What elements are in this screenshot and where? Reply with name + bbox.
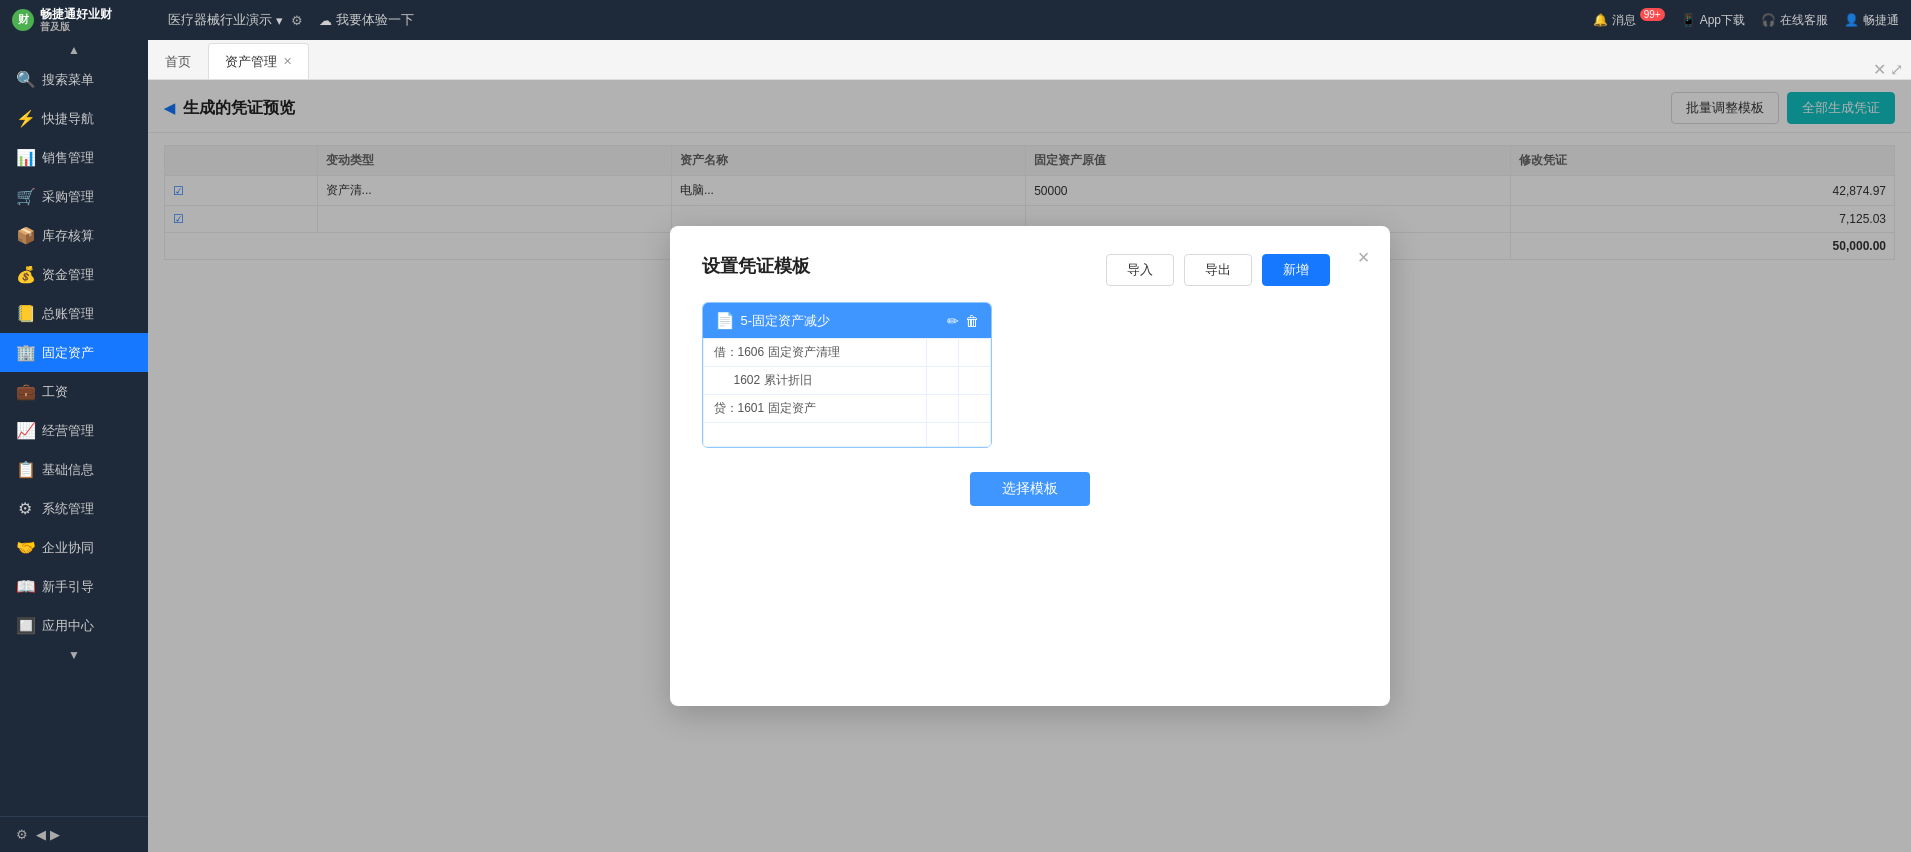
sidebar-item-search[interactable]: 🔍 搜索菜单 [0, 60, 148, 99]
sidebar-item-operations[interactable]: 📈 经营管理 [0, 411, 148, 450]
app-download-button[interactable]: 📱 App下载 [1681, 12, 1745, 29]
chart-icon: 📊 [16, 148, 34, 167]
gear-icon: ⚙ [16, 499, 34, 518]
sidebar-item-sales[interactable]: 📊 销售管理 [0, 138, 148, 177]
template-empty-row-1 [703, 423, 990, 447]
payroll-icon: 💼 [16, 382, 34, 401]
template-card: 📄 5-固定资产减少 ✏ 🗑 借：1606 固定资产清理 [702, 302, 992, 448]
logo-main: 畅捷通好业财 [40, 7, 112, 21]
new-template-button[interactable]: 新增 [1262, 254, 1330, 286]
top-header: 财 畅捷通好业财 普及版 医疗器械行业演示 ▾ ⚙ ☁ 我要体验一下 🔔 消息 … [0, 0, 1911, 40]
logo-sub: 普及版 [40, 21, 112, 33]
building-icon: 🏢 [16, 343, 34, 362]
template-card-icon: 📄 [715, 311, 735, 330]
sidebar-item-fixed-assets[interactable]: 🏢 固定资产 [0, 333, 148, 372]
sidebar-scroll-up[interactable]: ▲ [0, 40, 148, 60]
book-icon: 📖 [16, 577, 34, 596]
modal-dialog: 设置凭证模板 导入 导出 新增 × 📄 5-固定资产减少 ✏ [670, 226, 1390, 706]
box-icon: 📦 [16, 226, 34, 245]
notification-badge: 99+ [1640, 8, 1665, 21]
online-service-button[interactable]: 🎧 在线客服 [1761, 12, 1828, 29]
notification-icon: 🔔 [1593, 13, 1608, 27]
template-edit-button[interactable]: ✏ [947, 313, 959, 329]
sidebar-item-ledger[interactable]: 📒 总账管理 [0, 294, 148, 333]
settings-icon[interactable]: ⚙ [291, 13, 303, 28]
tab-home[interactable]: 首页 [148, 43, 208, 79]
lightning-icon: ⚡ [16, 109, 34, 128]
sidebar-item-payroll[interactable]: 💼 工资 [0, 372, 148, 411]
template-debit-row-2: 1602 累计折旧 [703, 367, 990, 395]
tab-close-icon[interactable]: ✕ [283, 55, 292, 68]
sidebar-item-finance[interactable]: 💰 资金管理 [0, 255, 148, 294]
sidebar: ▲ 🔍 搜索菜单 ⚡ 快捷导航 📊 销售管理 🛒 采购管理 📦 库存核算 💰 资… [0, 40, 148, 852]
money-icon: 💰 [16, 265, 34, 284]
template-card-title: 5-固定资产减少 [741, 312, 941, 330]
user-icon: 👤 [1844, 13, 1859, 27]
modal-title: 设置凭证模板 [702, 254, 810, 278]
main-content: 首页 资产管理 ✕ ✕ ⤢ ◀ 生成的凭证预览 批量调整模板 全部生成凭证 [148, 40, 1911, 852]
trending-icon: 📈 [16, 421, 34, 440]
cloud-icon: ☁ [319, 13, 332, 28]
template-debit-row-1: 借：1606 固定资产清理 [703, 339, 990, 367]
modal-toolbar: 导入 导出 新增 [1106, 254, 1330, 286]
modal-close-button[interactable]: × [1358, 246, 1370, 269]
template-table: 借：1606 固定资产清理 1602 累计折旧 [703, 338, 991, 447]
select-template-button[interactable]: 选择模板 [970, 472, 1090, 506]
template-card-actions: ✏ 🗑 [947, 313, 979, 329]
download-icon: 📱 [1681, 13, 1696, 27]
header-right-icons: 🔔 消息 99+ 📱 App下载 🎧 在线客服 👤 畅捷通 [1593, 12, 1899, 29]
sidebar-item-guide[interactable]: 📖 新手引导 [0, 567, 148, 606]
import-button[interactable]: 导入 [1106, 254, 1174, 286]
sidebar-item-purchase[interactable]: 🛒 采购管理 [0, 177, 148, 216]
sidebar-scroll-down[interactable]: ▼ [0, 645, 148, 665]
template-delete-button[interactable]: 🗑 [965, 313, 979, 329]
grid-icon: 🔲 [16, 616, 34, 635]
template-card-header: 📄 5-固定资产减少 ✏ 🗑 [703, 303, 991, 338]
logo-icon: 财 [12, 9, 34, 31]
template-credit-row-1: 贷：1601 固定资产 [703, 395, 990, 423]
search-icon: 🔍 [16, 70, 34, 89]
handshake-icon: 🤝 [16, 538, 34, 557]
sidebar-item-enterprise[interactable]: 🤝 企业协同 [0, 528, 148, 567]
sidebar-item-inventory[interactable]: 📦 库存核算 [0, 216, 148, 255]
headset-icon: 🎧 [1761, 13, 1776, 27]
app-logo: 财 畅捷通好业财 普及版 [12, 7, 160, 33]
template-card-body: 借：1606 固定资产清理 1602 累计折旧 [703, 338, 991, 447]
chevron-down-icon: ▾ [276, 13, 283, 28]
modal-overlay: 设置凭证模板 导入 导出 新增 × 📄 5-固定资产减少 ✏ [148, 80, 1911, 852]
info-icon: 📋 [16, 460, 34, 479]
tab-asset-mgmt[interactable]: 资产管理 ✕ [208, 43, 309, 79]
tab-bar: 首页 资产管理 ✕ ✕ ⤢ [148, 40, 1911, 80]
user-menu-button[interactable]: 👤 畅捷通 [1844, 12, 1899, 29]
export-button[interactable]: 导出 [1184, 254, 1252, 286]
trial-button[interactable]: ☁ 我要体验一下 [319, 11, 414, 29]
sidebar-item-basic-info[interactable]: 📋 基础信息 [0, 450, 148, 489]
company-name: 医疗器械行业演示 [168, 11, 272, 29]
company-selector[interactable]: 医疗器械行业演示 ▾ [168, 11, 283, 29]
settings-bottom-icon[interactable]: ⚙ [16, 827, 28, 842]
cart-icon: 🛒 [16, 187, 34, 206]
window-close-button[interactable]: ✕ [1873, 60, 1886, 79]
sidebar-item-system[interactable]: ⚙ 系统管理 [0, 489, 148, 528]
collapse-icon[interactable]: ◀ ▶ [36, 827, 60, 842]
page-area: ◀ 生成的凭证预览 批量调整模板 全部生成凭证 变动类型 资产名称 固定资产原 [148, 80, 1911, 852]
sidebar-bottom: ⚙ ◀ ▶ [0, 816, 148, 852]
window-expand-button[interactable]: ⤢ [1890, 60, 1903, 79]
sidebar-item-quick-nav[interactable]: ⚡ 快捷导航 [0, 99, 148, 138]
notifications-button[interactable]: 🔔 消息 99+ [1593, 12, 1665, 29]
sidebar-item-app-center[interactable]: 🔲 应用中心 [0, 606, 148, 645]
ledger-icon: 📒 [16, 304, 34, 323]
